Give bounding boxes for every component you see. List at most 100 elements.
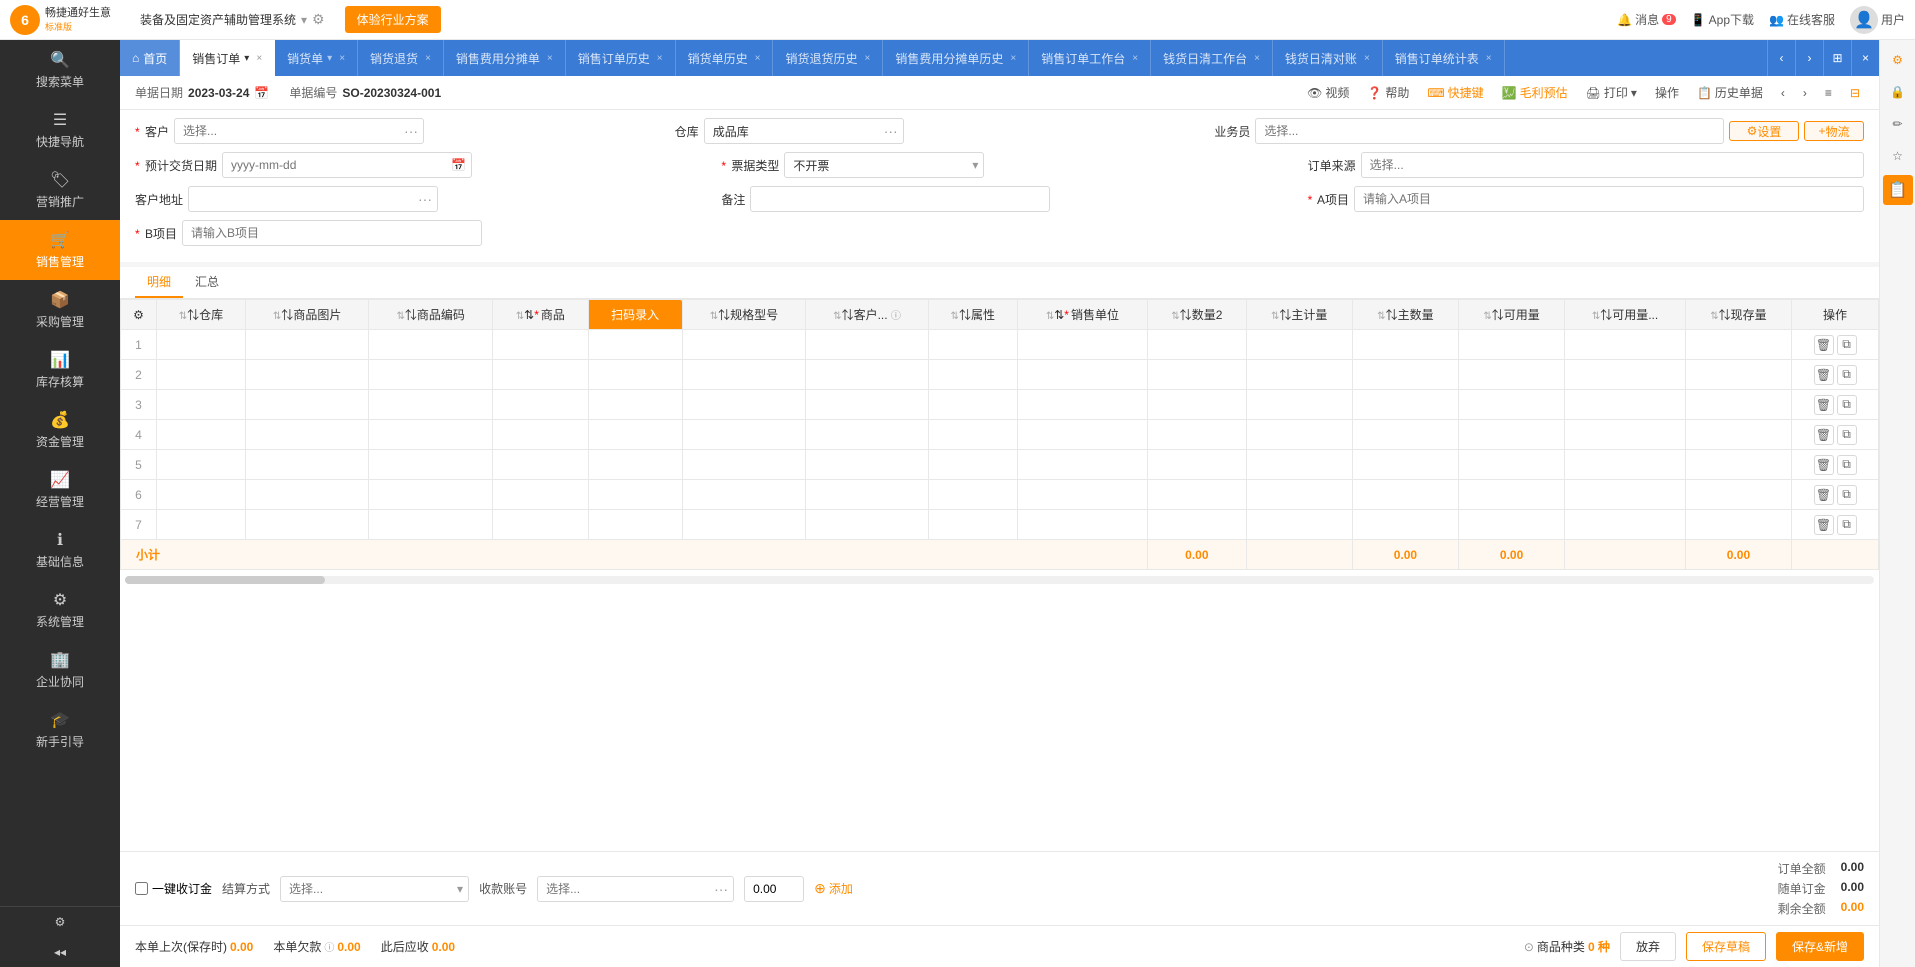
row-1-available[interactable]: [1458, 330, 1564, 360]
row-3-unit[interactable]: [1017, 390, 1147, 420]
calendar-icon[interactable]: 📅: [254, 86, 269, 100]
horizontal-scrollbar[interactable]: [120, 570, 1879, 590]
sidebar-item-inventory[interactable]: 📊 库存核算: [0, 340, 120, 400]
help-button[interactable]: ❓ 帮助: [1363, 82, 1413, 103]
settings-button[interactable]: ⚙ 设置: [1729, 121, 1799, 141]
tab-close-all-button[interactable]: ×: [1851, 40, 1879, 76]
row-6-delete-button[interactable]: 🗑: [1814, 485, 1834, 505]
online-service-button[interactable]: 👥 在线客服: [1769, 11, 1835, 28]
add-product-button[interactable]: + 物流: [1804, 121, 1864, 141]
tab-close-sales-goods[interactable]: ×: [339, 53, 345, 64]
row-2-scan[interactable]: [588, 360, 682, 390]
account-input[interactable]: [538, 879, 709, 899]
row-1-delete-button[interactable]: 🗑: [1814, 335, 1834, 355]
operation-button[interactable]: 操作: [1651, 82, 1683, 103]
row-2-delete-button[interactable]: 🗑: [1814, 365, 1834, 385]
row-1-qty2[interactable]: [1148, 330, 1247, 360]
row-2-warehouse[interactable]: [157, 360, 246, 390]
tab-sales-order[interactable]: 销售订单 ×: [180, 40, 275, 76]
tab-close-stats[interactable]: ×: [1486, 53, 1492, 64]
right-orange-button[interactable]: 📋: [1883, 175, 1913, 205]
tab-close-order-workbench[interactable]: ×: [1132, 53, 1138, 64]
delivery-date-input[interactable]: [223, 155, 446, 175]
quick-order-checkbox[interactable]: 一键收订金: [135, 880, 212, 897]
row-2-code[interactable]: [369, 360, 493, 390]
row-1-current[interactable]: [1685, 330, 1791, 360]
tab-order-history[interactable]: 销售订单历史 ×: [566, 40, 676, 76]
customer-ellipsis-button[interactable]: ···: [399, 123, 423, 139]
tab-expand-button[interactable]: ⊞: [1823, 40, 1851, 76]
row-3-scan[interactable]: [588, 390, 682, 420]
row-1-customer[interactable]: [806, 330, 929, 360]
row-1-code[interactable]: [369, 330, 493, 360]
tab-cash-reconcile[interactable]: 钱货日清对账 ×: [1273, 40, 1383, 76]
row-1-unit[interactable]: [1017, 330, 1147, 360]
add-button[interactable]: ⊕ 添加: [814, 880, 853, 897]
staff-input[interactable]: [1256, 121, 1723, 141]
tab-close-return[interactable]: ×: [425, 53, 431, 64]
tab-stats[interactable]: 销售订单统计表 ×: [1383, 40, 1505, 76]
tab-close-cash-reconcile[interactable]: ×: [1364, 53, 1370, 64]
tab-close-sales-order[interactable]: ×: [256, 53, 262, 64]
sidebar-item-purchase[interactable]: 📦 采购管理: [0, 280, 120, 340]
tab-home[interactable]: ⌂ 首页: [120, 40, 180, 76]
remark-input[interactable]: [751, 189, 1049, 209]
row-1-main-unit[interactable]: [1246, 330, 1352, 360]
profit-button[interactable]: 💹 毛利预估: [1498, 82, 1572, 103]
form-view-button[interactable]: ⊟: [1846, 84, 1864, 102]
row-2-attr[interactable]: [928, 360, 1017, 390]
row-2-available[interactable]: [1458, 360, 1564, 390]
sidebar-item-system[interactable]: ⚙ 系统管理: [0, 580, 120, 640]
print-button[interactable]: 🖨 打印: [1582, 82, 1641, 103]
row-6-copy-button[interactable]: ⧉: [1837, 485, 1857, 505]
history-button[interactable]: 📋 历史单据: [1693, 82, 1767, 103]
sidebar-item-enterprise[interactable]: 🏢 企业协同: [0, 640, 120, 700]
a-project-input[interactable]: [1355, 189, 1863, 209]
quick-order-check[interactable]: [135, 882, 148, 895]
address-ellipsis-button[interactable]: ···: [413, 191, 437, 207]
row-4-delete-button[interactable]: 🗑: [1814, 425, 1834, 445]
prev-record-button[interactable]: ‹: [1777, 84, 1789, 102]
chevron-down-invoice-icon[interactable]: ▾: [967, 158, 983, 172]
row-1-img[interactable]: [245, 330, 369, 360]
sidebar-item-finance[interactable]: 💰 资金管理: [0, 400, 120, 460]
warehouse-ellipsis-button[interactable]: ···: [879, 123, 903, 139]
row-5-copy-button[interactable]: ⧉: [1837, 455, 1857, 475]
right-edit-button[interactable]: ✏: [1883, 109, 1913, 139]
gear-icon[interactable]: ⚙: [312, 11, 325, 28]
row-3-attr[interactable]: [928, 390, 1017, 420]
row-3-code[interactable]: [369, 390, 493, 420]
tab-prev-button[interactable]: ‹: [1767, 40, 1795, 76]
row-1-spec[interactable]: [682, 330, 806, 360]
right-settings-button[interactable]: ⚙: [1883, 45, 1913, 75]
row-1-main-qty[interactable]: [1352, 330, 1458, 360]
row-1-product[interactable]: [492, 330, 588, 360]
save-new-button[interactable]: 保存&新增: [1776, 932, 1864, 961]
tab-sales-goods[interactable]: 销货单 ×: [275, 40, 358, 76]
row-2-qty2[interactable]: [1148, 360, 1247, 390]
tab-expense-split[interactable]: 销售费用分摊单 ×: [444, 40, 566, 76]
message-button[interactable]: 🔔 消息 9: [1617, 11, 1676, 28]
row-2-main-unit[interactable]: [1246, 360, 1352, 390]
tab-expense-history[interactable]: 销售费用分摊单历史 ×: [883, 40, 1029, 76]
row-2-current[interactable]: [1685, 360, 1791, 390]
row-3-qty2[interactable]: [1148, 390, 1247, 420]
sidebar-settings-button[interactable]: ⚙: [0, 907, 120, 937]
tab-detail[interactable]: 明细: [135, 267, 183, 298]
row-2-main-qty[interactable]: [1352, 360, 1458, 390]
tab-order-workbench[interactable]: 销售订单工作台 ×: [1029, 40, 1151, 76]
list-view-button[interactable]: ≡: [1821, 84, 1836, 102]
row-7-copy-button[interactable]: ⧉: [1837, 515, 1857, 535]
warehouse-input[interactable]: [705, 121, 879, 141]
row-1-warehouse[interactable]: [157, 330, 246, 360]
row-2-img[interactable]: [245, 360, 369, 390]
order-source-input[interactable]: [1362, 155, 1863, 175]
payment-method-input[interactable]: [281, 879, 452, 899]
b-project-input[interactable]: [183, 223, 481, 243]
th-settings[interactable]: ⚙: [121, 300, 157, 330]
row-3-spec[interactable]: [682, 390, 806, 420]
chevron-down-icon[interactable]: [301, 13, 307, 27]
tab-summary[interactable]: 汇总: [183, 267, 231, 298]
row-7-delete-button[interactable]: 🗑: [1814, 515, 1834, 535]
tab-close-return-history[interactable]: ×: [865, 53, 871, 64]
